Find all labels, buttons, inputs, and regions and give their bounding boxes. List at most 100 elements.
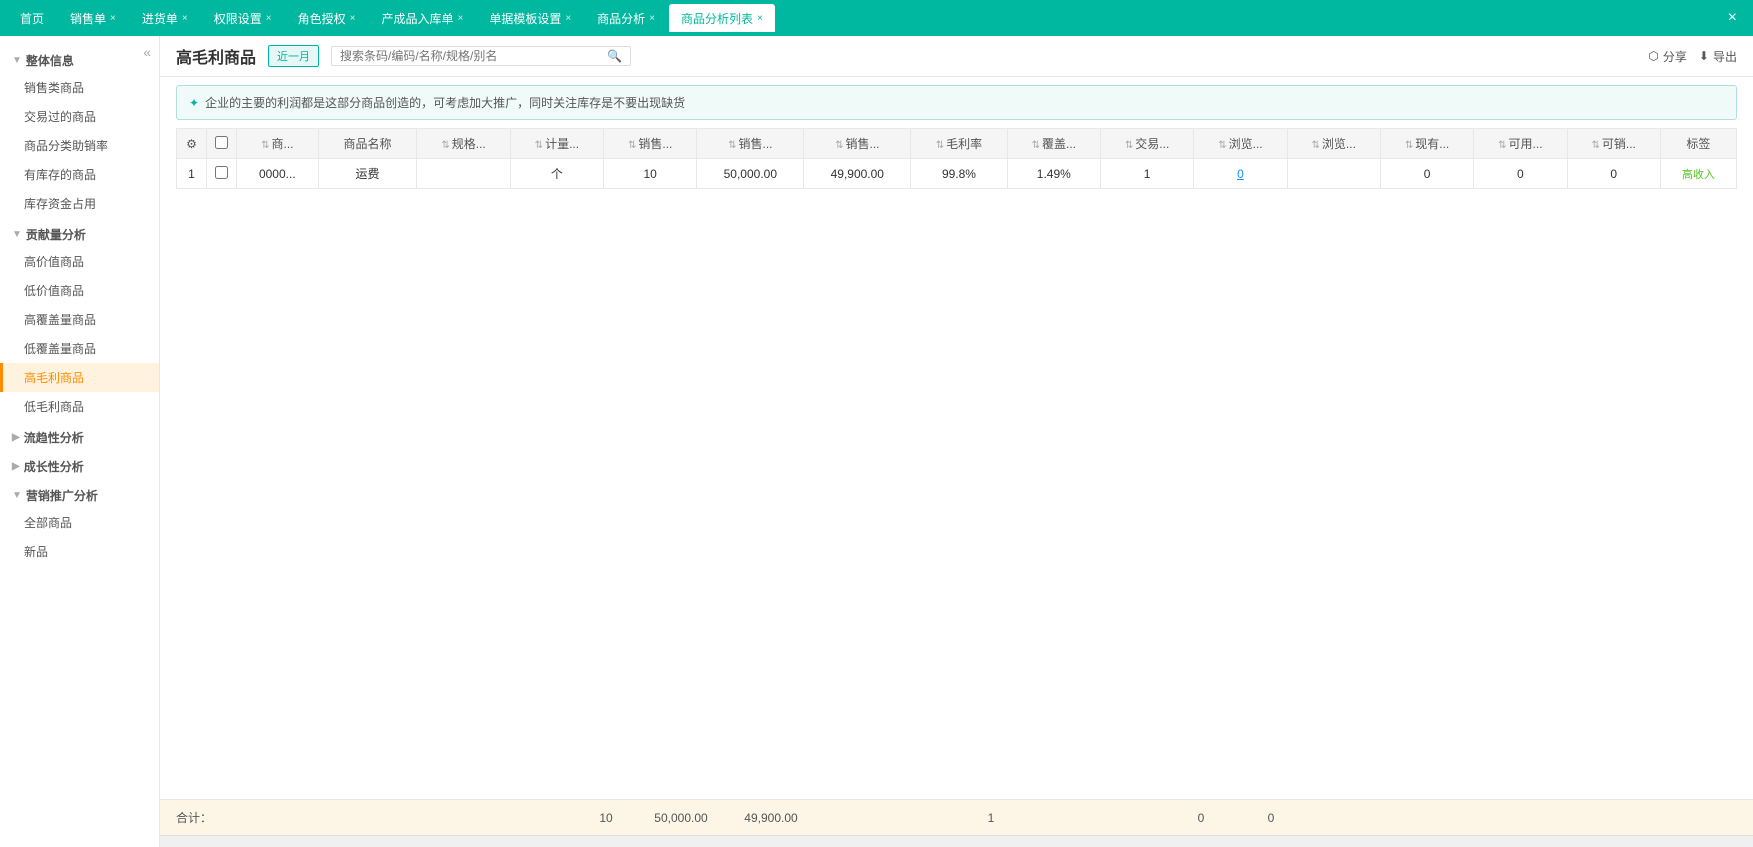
period-button[interactable]: 近一月	[268, 45, 319, 67]
nav-tab-单据模板设置[interactable]: 单据模板设置×	[477, 4, 583, 32]
nav-tab-close[interactable]: ×	[182, 13, 188, 24]
col-header-10[interactable]: ⇅覆盖...	[1007, 129, 1100, 159]
nav-tab-close[interactable]: ×	[457, 13, 463, 24]
content-area: 高毛利商品 近一月 🔍 ⬡ 分享 ⬇ 导出 ✦ 企业的主要的利润都是这部分商品创…	[160, 36, 1753, 847]
col-header-13[interactable]: ⇅浏览...	[1287, 129, 1380, 159]
sort-icon: ⇅	[628, 140, 636, 151]
share-icon: ⬡	[1648, 49, 1658, 63]
nav-tab-首页[interactable]: 首页	[8, 4, 56, 32]
nav-tab-商品分析列表[interactable]: 商品分析列表×	[669, 4, 775, 32]
share-button[interactable]: ⬡ 分享	[1648, 48, 1687, 65]
sidebar-item-低覆盖量商品[interactable]: 低覆盖量商品	[0, 334, 159, 363]
col-header-11[interactable]: ⇅交易...	[1100, 129, 1193, 159]
footer-sales2: 50,000.00	[636, 811, 726, 825]
sort-icon: ⇅	[1218, 140, 1226, 151]
col-header-8[interactable]: ⇅销售...	[804, 129, 911, 159]
nav-tab-close[interactable]: ×	[266, 13, 272, 24]
sort-icon: ⇅	[1312, 140, 1320, 151]
alert-banner: ✦ 企业的主要的利润都是这部分商品创造的，可考虑加大推广，同时关注库存是不要出现…	[176, 85, 1737, 120]
nav-tab-close[interactable]: ×	[649, 13, 655, 24]
col-header-14[interactable]: ⇅现有...	[1380, 129, 1473, 159]
col-header-15[interactable]: ⇅可用...	[1474, 129, 1567, 159]
col-label: 可销...	[1602, 137, 1636, 151]
sidebar-collapse-button[interactable]: «	[143, 44, 151, 60]
select-all-checkbox[interactable]	[215, 136, 228, 149]
export-icon: ⬇	[1699, 49, 1709, 63]
sidebar-item-高毛利商品[interactable]: 高毛利商品	[0, 363, 159, 392]
export-button[interactable]: ⬇ 导出	[1699, 48, 1737, 65]
col-header-6[interactable]: ⇅销售...	[604, 129, 697, 159]
col-header-16[interactable]: ⇅可销...	[1567, 129, 1660, 159]
sidebar-item-新品[interactable]: 新品	[0, 537, 159, 566]
col-label: 浏览...	[1229, 137, 1263, 151]
group-title-label: 成长性分析	[24, 458, 84, 475]
col-header-1	[207, 129, 237, 159]
sidebar-item-高价值商品[interactable]: 高价值商品	[0, 247, 159, 276]
nav-tab-close[interactable]: ×	[110, 13, 116, 24]
nav-tab-权限设置[interactable]: 权限设置×	[202, 4, 284, 32]
close-all-button[interactable]: ×	[1720, 9, 1745, 27]
search-wrap: 🔍	[331, 46, 631, 66]
col-label: 销售...	[845, 137, 879, 151]
col-label: 覆盖...	[1042, 137, 1076, 151]
sidebar-item-销售类商品[interactable]: 销售类商品	[0, 73, 159, 102]
sidebar-item-低价值商品[interactable]: 低价值商品	[0, 276, 159, 305]
row-checkbox-input[interactable]	[215, 166, 228, 179]
sidebar-group-title-流趋性分析[interactable]: ▶流趋性分析	[0, 421, 159, 450]
sort-icon: ⇅	[1498, 140, 1506, 151]
sidebar-item-商品分类助销率[interactable]: 商品分类助销率	[0, 131, 159, 160]
col-label: 商品名称	[344, 137, 392, 151]
search-input[interactable]	[340, 49, 603, 63]
sort-icon: ⇅	[1405, 140, 1413, 151]
chevron-down-icon: ▼	[12, 490, 22, 501]
nav-tab-角色授权[interactable]: 角色授权×	[286, 4, 368, 32]
sidebar-item-有库存的商品[interactable]: 有库存的商品	[0, 160, 159, 189]
sidebar-group-title-营销推广分析[interactable]: ▼营销推广分析	[0, 479, 159, 508]
footer-sales1: 10	[576, 811, 636, 825]
sidebar-group: ▼整体信息销售类商品交易过的商品商品分类助销率有库存的商品库存资金占用	[0, 44, 159, 218]
nav-tab-close[interactable]: ×	[350, 13, 356, 24]
sidebar-item-交易过的商品[interactable]: 交易过的商品	[0, 102, 159, 131]
row-code: 0000...	[237, 159, 319, 189]
row-checkbox[interactable]	[207, 159, 237, 189]
settings-icon[interactable]: ⚙	[186, 137, 197, 151]
nav-tab-进货单[interactable]: 进货单×	[130, 4, 200, 32]
search-icon[interactable]: 🔍	[607, 49, 622, 63]
sidebar-item-高覆盖量商品[interactable]: 高覆盖量商品	[0, 305, 159, 334]
sidebar-group-title-成长性分析[interactable]: ▶ 成长性分析	[0, 450, 159, 479]
sidebar-item-库存资金占用[interactable]: 库存资金占用	[0, 189, 159, 218]
sidebar: « ▼整体信息销售类商品交易过的商品商品分类助销率有库存的商品库存资金占用▼贡献…	[0, 36, 160, 847]
sidebar-item-全部商品[interactable]: 全部商品	[0, 508, 159, 537]
chevron-right-icon: ▶	[12, 461, 20, 472]
nav-tab-商品分析[interactable]: 商品分析 ×	[585, 4, 667, 32]
col-header-17: 标签	[1660, 129, 1736, 159]
sort-icon: ⇅	[936, 140, 944, 151]
col-header-7[interactable]: ⇅销售...	[697, 129, 804, 159]
nav-tab-close[interactable]: ×	[757, 13, 763, 24]
col-header-4[interactable]: ⇅规格...	[417, 129, 510, 159]
nav-tab-label: 商品分析	[597, 10, 645, 27]
sidebar-item-低毛利商品[interactable]: 低毛利商品	[0, 392, 159, 421]
col-header-12[interactable]: ⇅浏览...	[1194, 129, 1287, 159]
nav-tab-产成品入库单[interactable]: 产成品入库单×	[369, 4, 475, 32]
bottom-scrollbar[interactable]	[160, 835, 1753, 847]
row-sales1: 10	[604, 159, 697, 189]
nav-tab-label: 首页	[20, 10, 44, 27]
row-stock3: 0	[1567, 159, 1660, 189]
row-stock1: 0	[1380, 159, 1473, 189]
nav-tab-销售单[interactable]: 销售单×	[58, 4, 128, 32]
browse-link[interactable]: 0	[1237, 167, 1244, 181]
sidebar-group-title-整体信息[interactable]: ▼整体信息	[0, 44, 159, 73]
content-header: 高毛利商品 近一月 🔍 ⬡ 分享 ⬇ 导出	[160, 36, 1753, 77]
col-label: 商...	[271, 137, 293, 151]
sort-icon: ⇅	[835, 140, 843, 151]
sidebar-group-title-贡献量分析[interactable]: ▼贡献量分析	[0, 218, 159, 247]
col-header-5[interactable]: ⇅计量...	[510, 129, 603, 159]
col-header-2[interactable]: ⇅商...	[237, 129, 319, 159]
row-browse2	[1287, 159, 1380, 189]
top-nav: 首页销售单×进货单×权限设置×角色授权×产成品入库单×单据模板设置×商品分析×商…	[0, 0, 1753, 36]
col-header-9[interactable]: ⇅毛利率	[911, 129, 1007, 159]
col-label: 销售...	[638, 137, 672, 151]
nav-tab-close[interactable]: ×	[565, 13, 571, 24]
row-browse1[interactable]: 0	[1194, 159, 1287, 189]
